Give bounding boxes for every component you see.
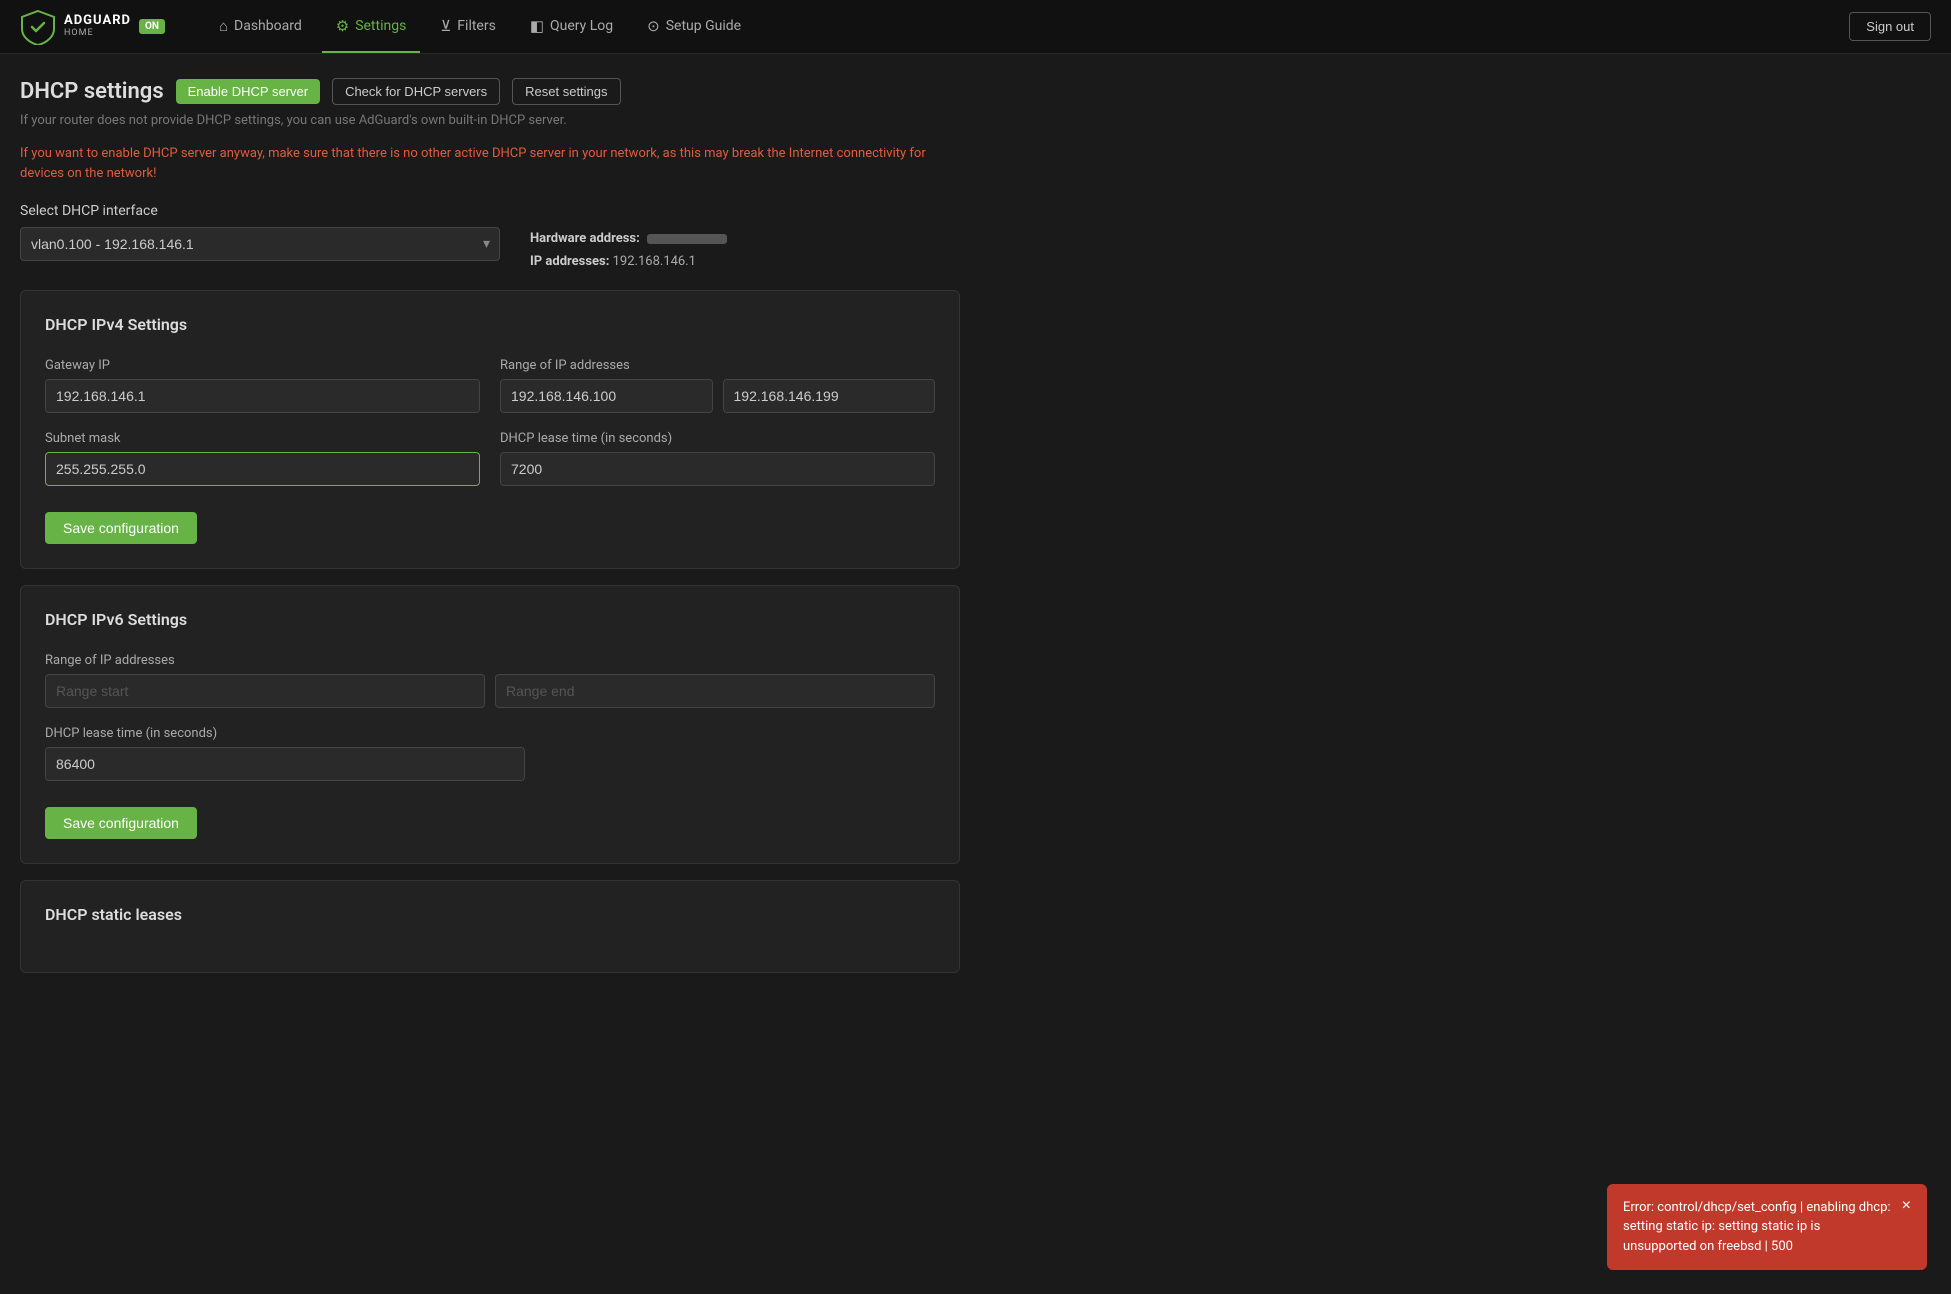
ipv6-range-group: Range of IP addresses	[45, 653, 935, 708]
enable-dhcp-button[interactable]: Enable DHCP server	[176, 79, 320, 104]
ipv4-row-1: Gateway IP Range of IP addresses	[45, 358, 935, 413]
ipv6-save-button[interactable]: Save configuration	[45, 807, 197, 839]
ipv4-row-2: Subnet mask DHCP lease time (in seconds)	[45, 431, 935, 486]
lease-time-input[interactable]	[500, 452, 935, 486]
ipv6-row-1: Range of IP addresses	[45, 653, 935, 708]
ip-range-start-input[interactable]	[500, 379, 713, 413]
nav-query-log[interactable]: ◧ Query Log	[516, 1, 627, 53]
hardware-address-bar	[647, 234, 727, 244]
navbar: ADGUARD HOME ON ⌂ Dashboard ⚙ Settings ⊻…	[0, 0, 1951, 54]
static-leases-card: DHCP static leases	[20, 880, 960, 973]
ipv6-card: DHCP IPv6 Settings Range of IP addresses…	[20, 585, 960, 864]
toast-close-button[interactable]: ×	[1902, 1198, 1911, 1214]
ipv4-card: DHCP IPv4 Settings Gateway IP Range of I…	[20, 290, 960, 569]
subnet-mask-label: Subnet mask	[45, 431, 480, 446]
check-dhcp-servers-button[interactable]: Check for DHCP servers	[332, 78, 500, 105]
ipv6-range-end-input[interactable]	[495, 674, 935, 708]
page-header: DHCP settings Enable DHCP server Check f…	[20, 78, 960, 105]
ipv6-range-label: Range of IP addresses	[45, 653, 935, 668]
setup-guide-icon: ⊙	[647, 17, 660, 35]
gateway-ip-input[interactable]	[45, 379, 480, 413]
interface-row: vlan0.100 - 192.168.146.1 ▾ Hardware add…	[20, 227, 960, 274]
ip-range-label: Range of IP addresses	[500, 358, 935, 373]
static-leases-title: DHCP static leases	[45, 905, 935, 924]
nav-dashboard[interactable]: ⌂ Dashboard	[205, 1, 316, 53]
subnet-mask-group: Subnet mask	[45, 431, 480, 486]
hardware-info: Hardware address: IP addresses: 192.168.…	[530, 227, 727, 274]
main-content: DHCP settings Enable DHCP server Check f…	[0, 54, 980, 1013]
interface-select[interactable]: vlan0.100 - 192.168.146.1	[20, 227, 500, 261]
reset-settings-button[interactable]: Reset settings	[512, 78, 620, 105]
query-log-icon: ◧	[530, 17, 544, 35]
interface-select-wrapper: vlan0.100 - 192.168.146.1 ▾	[20, 227, 500, 261]
nav-filters[interactable]: ⊻ Filters	[426, 1, 510, 53]
ipv6-card-title: DHCP IPv6 Settings	[45, 610, 935, 629]
page-subtitle: If your router does not provide DHCP set…	[20, 113, 960, 128]
ipv6-lease-time-label: DHCP lease time (in seconds)	[45, 726, 935, 741]
brand-logo-icon	[20, 9, 56, 45]
nav-setup-guide[interactable]: ⊙ Setup Guide	[633, 1, 755, 53]
ipv6-row-2: DHCP lease time (in seconds)	[45, 726, 935, 781]
page-title: DHCP settings	[20, 79, 164, 104]
dashboard-icon: ⌂	[219, 17, 228, 35]
ip-range-group: Range of IP addresses	[500, 358, 935, 413]
brand-sub: HOME	[64, 29, 131, 39]
sign-out-button[interactable]: Sign out	[1849, 12, 1931, 41]
filters-icon: ⊻	[440, 17, 451, 35]
warning-text: If you want to enable DHCP server anyway…	[20, 144, 960, 183]
gateway-ip-group: Gateway IP	[45, 358, 480, 413]
ipv6-range-start-input[interactable]	[45, 674, 485, 708]
ip-range-end-input[interactable]	[723, 379, 936, 413]
ipv4-card-title: DHCP IPv4 Settings	[45, 315, 935, 334]
nav-links: ⌂ Dashboard ⚙ Settings ⊻ Filters ◧ Query…	[205, 1, 1849, 53]
ipv4-save-button[interactable]: Save configuration	[45, 512, 197, 544]
lease-time-group: DHCP lease time (in seconds)	[500, 431, 935, 486]
ipv6-lease-time-group: DHCP lease time (in seconds)	[45, 726, 935, 781]
interface-section-label: Select DHCP interface	[20, 203, 960, 219]
brand-status-badge: ON	[139, 19, 165, 34]
brand-name: ADGUARD	[64, 14, 131, 28]
nav-settings[interactable]: ⚙ Settings	[322, 1, 421, 53]
settings-icon: ⚙	[336, 17, 349, 35]
toast-message: Error: control/dhcp/set_config | enablin…	[1623, 1198, 1892, 1257]
error-toast: Error: control/dhcp/set_config | enablin…	[1607, 1184, 1927, 1271]
gateway-ip-label: Gateway IP	[45, 358, 480, 373]
ipv6-lease-time-input[interactable]	[45, 747, 525, 781]
brand: ADGUARD HOME ON	[20, 9, 165, 45]
lease-time-label: DHCP lease time (in seconds)	[500, 431, 935, 446]
subnet-mask-input[interactable]	[45, 452, 480, 486]
